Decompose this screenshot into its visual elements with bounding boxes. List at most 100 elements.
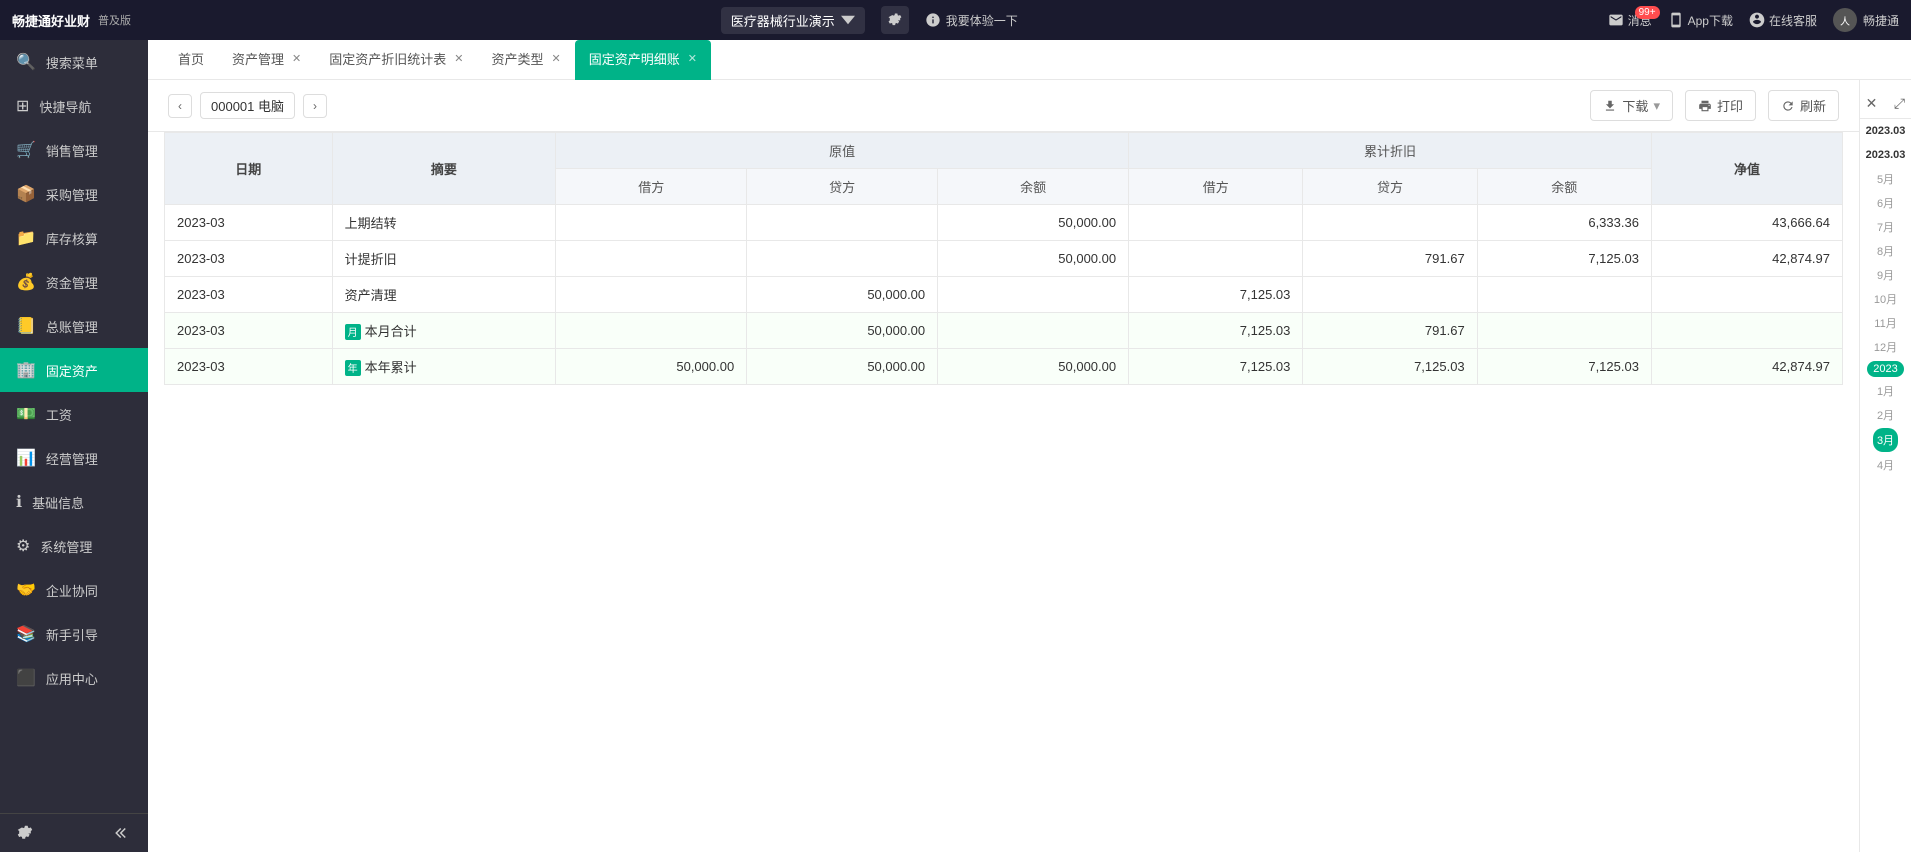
header-settings-btn[interactable] — [881, 6, 909, 34]
sidebar-label-basicinfo: 基础信息 — [32, 493, 84, 512]
collab-icon: 🤝 — [16, 580, 36, 600]
sidebar-item-fixedassets[interactable]: 🏢固定资产 — [0, 348, 148, 392]
online-service-action[interactable]: 在线客服 — [1749, 12, 1817, 29]
cell-orig-balance-4: 50,000.00 — [938, 349, 1129, 385]
timeline-month-2月[interactable]: 2月 — [1869, 403, 1902, 427]
sidebar-item-ledger[interactable]: 📒总账管理 — [0, 304, 148, 348]
timeline-month-5月[interactable]: 5月 — [1870, 167, 1901, 191]
timeline-month-8月[interactable]: 8月 — [1870, 239, 1901, 263]
timeline-month-7月[interactable]: 7月 — [1870, 215, 1901, 239]
sidebar-item-basicinfo[interactable]: ℹ 基础信息 — [0, 480, 148, 524]
cell-orig-debit-4: 50,000.00 — [556, 349, 747, 385]
next-asset-btn[interactable]: › — [303, 94, 327, 118]
sidebar-item-quicknav[interactable]: ⊞快捷导航 — [0, 84, 148, 128]
sidebar-item-collab[interactable]: 🤝企业协同 — [0, 568, 148, 612]
sidebar-label-ledger: 总账管理 — [46, 317, 98, 336]
cell-dep-debit-2: 7,125.03 — [1129, 277, 1303, 313]
timeline-month-4月[interactable]: 4月 — [1869, 453, 1902, 477]
tab-assettype[interactable]: 资产类型 ✕ — [477, 40, 574, 80]
panel-top-ctrl: ✕ ⤢ — [1859, 88, 1911, 119]
cell-dep-debit-3: 7,125.03 — [1129, 313, 1303, 349]
tab-home[interactable]: 首页 — [164, 40, 218, 80]
tab-label-assettype: 资产类型 — [491, 49, 543, 68]
basicinfo-icon: ℹ — [16, 492, 22, 512]
sidebar-label-inventory: 库存核算 — [46, 229, 98, 248]
sidebar-label-salary: 工资 — [46, 405, 72, 424]
prev-asset-btn[interactable]: ‹ — [168, 94, 192, 118]
download-btn[interactable]: 下载 ▾ — [1590, 90, 1673, 121]
timeline-month-10月[interactable]: 10月 — [1870, 287, 1901, 311]
header-right: 消息 99+ App下载 在线客服 人 畅捷通 — [1608, 8, 1899, 32]
collapse-icon[interactable] — [114, 824, 132, 842]
panel-expand-btn[interactable]: ⤢ — [1889, 92, 1911, 114]
table-wrapper: 日期 摘要 原值 累计折旧 净值 借方 贷方 余额 借方 — [148, 132, 1859, 401]
timeline-panel: ✕ ⤢ 2023.03 2023.03 5月6月7月8月9月10月11月12月 … — [1859, 80, 1911, 852]
col-accumulated-dep-header: 累计折旧 — [1129, 133, 1652, 169]
tab-close-assettype[interactable]: ✕ — [552, 52, 561, 65]
cell-dep-balance-2 — [1477, 277, 1651, 313]
refresh-btn[interactable]: 刷新 — [1768, 90, 1839, 121]
sidebar-item-newbie[interactable]: 📚新手引导 — [0, 612, 148, 656]
sidebar-item-appcenter[interactable]: ⬛应用中心 — [0, 656, 148, 700]
purchase-icon: 📦 — [16, 184, 36, 204]
cell-dep-credit-3: 791.67 — [1303, 313, 1477, 349]
cell-net-value-1: 42,874.97 — [1651, 241, 1842, 277]
user-info[interactable]: 人 畅捷通 — [1833, 8, 1899, 32]
tab-assets[interactable]: 资产管理✕ — [218, 40, 315, 80]
cell-net-value-0: 43,666.64 — [1651, 205, 1842, 241]
sidebar: 🔍搜索菜单⊞快捷导航🛒销售管理📦采购管理📁库存核算💰资金管理📒总账管理🏢固定资产… — [0, 40, 148, 852]
cell-dep-credit-4: 7,125.03 — [1303, 349, 1477, 385]
cell-summary-2: 资产清理 — [332, 277, 556, 313]
detail-table: 日期 摘要 原值 累计折旧 净值 借方 贷方 余额 借方 — [164, 132, 1843, 385]
sidebar-item-purchase[interactable]: 📦采购管理 — [0, 172, 148, 216]
settings-icon[interactable] — [16, 824, 34, 842]
cell-date-3: 2023-03 — [165, 313, 333, 349]
print-btn[interactable]: 打印 — [1685, 90, 1756, 121]
sidebar-item-finance[interactable]: 💰资金管理 — [0, 260, 148, 304]
cell-dep-debit-0 — [1129, 205, 1303, 241]
cell-date-2: 2023-03 — [165, 277, 333, 313]
app-download-action[interactable]: App下载 — [1668, 12, 1733, 29]
tab-label-detail: 固定资产明细账 — [589, 49, 680, 68]
panel-close-btn[interactable]: ✕ — [1861, 92, 1883, 114]
cell-orig-credit-4: 50,000.00 — [747, 349, 938, 385]
cell-orig-debit-2 — [556, 277, 747, 313]
top-header: 畅捷通好业财 普及版 医疗器械行业演示 我要体验一下 消息 99+ App下载 … — [0, 0, 1911, 40]
tab-depreciation[interactable]: 固定资产折旧统计表✕ — [315, 40, 477, 80]
experience-text: 我要体验一下 — [946, 12, 1018, 29]
tab-detail[interactable]: 固定资产明细账 ✕ — [575, 40, 711, 80]
toolbar-right: 下载 ▾ 打印 刷新 — [1590, 90, 1839, 121]
cell-orig-balance-0: 50,000.00 — [938, 205, 1129, 241]
message-action[interactable]: 消息 99+ — [1608, 12, 1652, 29]
sidebar-item-system[interactable]: ⚙系统管理 — [0, 524, 148, 568]
experience-btn[interactable]: 我要体验一下 — [925, 12, 1018, 29]
tab-close-depreciation[interactable]: ✕ — [454, 52, 463, 65]
company-selector[interactable]: 医疗器械行业演示 — [721, 7, 865, 34]
col-orig-credit: 贷方 — [747, 169, 938, 205]
sidebar-item-sales[interactable]: 🛒销售管理 — [0, 128, 148, 172]
tab-close-detail[interactable]: ✕ — [688, 52, 697, 65]
col-original-value-header: 原值 — [556, 133, 1129, 169]
username: 畅捷通 — [1863, 12, 1899, 29]
timeline-month-3月[interactable]: 3月 — [1873, 428, 1898, 452]
sidebar-label-fixedassets: 固定资产 — [46, 361, 98, 380]
timeline-month-6月[interactable]: 6月 — [1870, 191, 1901, 215]
salary-icon: 💵 — [16, 404, 36, 424]
timeline-month-12月[interactable]: 12月 — [1870, 335, 1901, 359]
timeline-month-1月[interactable]: 1月 — [1869, 379, 1902, 403]
sidebar-label-search: 搜索菜单 — [46, 53, 98, 72]
tab-close-assets[interactable]: ✕ — [292, 52, 301, 65]
newbie-icon: 📚 — [16, 624, 36, 644]
summary-icon-3: 月 — [345, 324, 361, 340]
sidebar-item-operations[interactable]: 📊经营管理 — [0, 436, 148, 480]
sidebar-scroll: 🔍搜索菜单⊞快捷导航🛒销售管理📦采购管理📁库存核算💰资金管理📒总账管理🏢固定资产… — [0, 40, 148, 813]
sidebar-item-salary[interactable]: 💵 工资 — [0, 392, 148, 436]
company-name: 医疗器械行业演示 — [731, 11, 835, 30]
cell-orig-balance-3 — [938, 313, 1129, 349]
quicknav-icon: ⊞ — [16, 96, 29, 116]
timeline-month-11月[interactable]: 11月 — [1870, 311, 1901, 335]
sidebar-item-search[interactable]: 🔍搜索菜单 — [0, 40, 148, 84]
timeline-month-9月[interactable]: 9月 — [1870, 263, 1901, 287]
sidebar-item-inventory[interactable]: 📁库存核算 — [0, 216, 148, 260]
system-icon: ⚙ — [16, 536, 30, 556]
